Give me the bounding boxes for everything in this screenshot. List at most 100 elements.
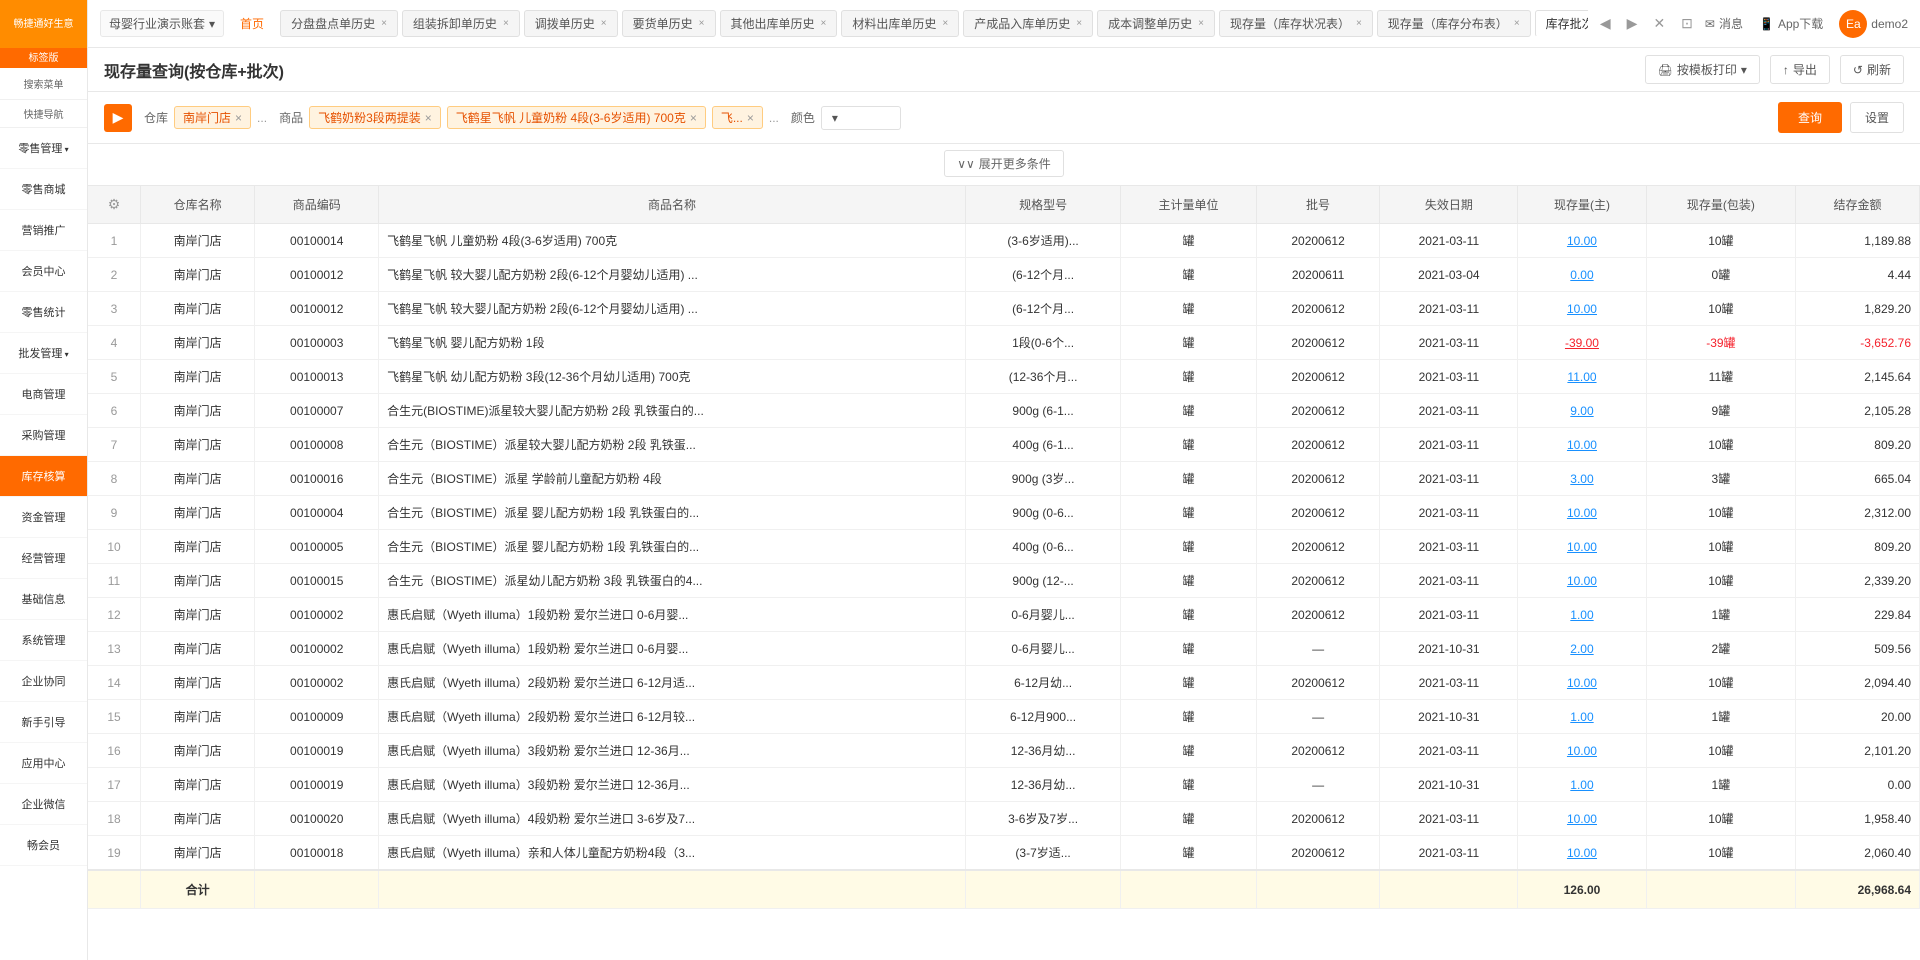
product-tag3-close[interactable]: ×	[747, 111, 754, 125]
sidebar-item-guide[interactable]: 新手引导	[0, 702, 87, 743]
home-tab[interactable]: 首页	[232, 11, 272, 36]
refresh-btn[interactable]: ↺ 刷新	[1840, 55, 1904, 84]
cell-9-8[interactable]: 10.00	[1518, 530, 1646, 564]
tab-1[interactable]: 组装拆卸单历史×	[402, 10, 520, 37]
tab-3[interactable]: 要货单历史×	[622, 10, 716, 37]
setting-btn[interactable]: 设置	[1850, 102, 1904, 133]
tab-8[interactable]: 现存量（库存状况表）×	[1219, 10, 1373, 37]
tab-close-icon[interactable]: ×	[601, 18, 607, 29]
sidebar-item-basic[interactable]: 基础信息	[0, 579, 87, 620]
sidebar-item-retail-mgmt[interactable]: 零售管理 ▾	[0, 128, 87, 169]
cell-17-8[interactable]: 10.00	[1518, 802, 1646, 836]
tab-4[interactable]: 其他出库单历史×	[720, 10, 838, 37]
tab-10[interactable]: 库存批次账×	[1535, 10, 1588, 37]
message-btn[interactable]: ✉ 消息	[1705, 15, 1743, 32]
cell-8-0: 9	[88, 496, 141, 530]
tab-label: 库存批次账	[1546, 15, 1588, 32]
cell-15-8[interactable]: 10.00	[1518, 734, 1646, 768]
cell-11-8[interactable]: 1.00	[1518, 598, 1646, 632]
tab-close-icon[interactable]: ×	[381, 18, 387, 29]
tab-close-icon[interactable]: ×	[1514, 18, 1520, 29]
tab-next-btn[interactable]: ▶	[1623, 13, 1642, 34]
warehouse-more[interactable]: ...	[257, 111, 267, 125]
tab-prev-btn[interactable]: ◀	[1596, 13, 1615, 34]
product-tag2-close[interactable]: ×	[690, 111, 697, 125]
tab-9[interactable]: 现存量（库存分布表）×	[1377, 10, 1531, 37]
cell-7-8[interactable]: 3.00	[1518, 462, 1646, 496]
sidebar-item-appcenter[interactable]: 应用中心	[0, 743, 87, 784]
sidebar-item-retail-stats[interactable]: 零售统计	[0, 292, 87, 333]
sidebar-item-inventory[interactable]: 库存核算	[0, 456, 87, 497]
product-tag3[interactable]: 飞... ×	[712, 106, 763, 129]
sidebar-item-marketing[interactable]: 营销推广	[0, 210, 87, 251]
cell-2-8[interactable]: 10.00	[1518, 292, 1646, 326]
product-tag2[interactable]: 飞鹤星飞帆 儿童奶粉 4段(3-6岁适用) 700克 ×	[447, 106, 706, 129]
sidebar-item-corpwx[interactable]: 企业微信	[0, 784, 87, 825]
sidebar-item-vip[interactable]: 畅会员	[0, 825, 87, 866]
cell-16-8[interactable]: 1.00	[1518, 768, 1646, 802]
cell-5-8[interactable]: 9.00	[1518, 394, 1646, 428]
cell-0-8[interactable]: 10.00	[1518, 224, 1646, 258]
app-download-btn[interactable]: 📱 App下载	[1759, 15, 1823, 32]
sidebar-quicknav[interactable]: 快捷导航	[0, 100, 87, 128]
cell-16-7: 2021-10-31	[1380, 768, 1518, 802]
account-dropdown[interactable]: 母婴行业演示账套 ▾	[100, 10, 224, 37]
sidebar-item-retail-shop[interactable]: 零售商城	[0, 169, 87, 210]
cell-18-8[interactable]: 10.00	[1518, 836, 1646, 871]
filter-expand-btn[interactable]: ▶	[104, 104, 132, 132]
gear-icon[interactable]: ⚙	[108, 196, 121, 212]
tab-close-icon[interactable]: ×	[503, 18, 509, 29]
cell-7-3: 合生元（BIOSTIME）派星 学龄前儿童配方奶粉 4段	[379, 462, 966, 496]
sidebar-item-purchase[interactable]: 采购管理	[0, 415, 87, 456]
sidebar-item-wholesale[interactable]: 批发管理 ▾	[0, 333, 87, 374]
user-menu[interactable]: Ea demo2	[1839, 10, 1908, 38]
print-icon: 🖨	[1658, 63, 1673, 77]
tab-close-icon[interactable]: ×	[1198, 18, 1204, 29]
tab-close-icon[interactable]: ×	[1076, 18, 1082, 29]
product-more[interactable]: ...	[769, 111, 779, 125]
tab-2[interactable]: 调拨单历史×	[524, 10, 618, 37]
warehouse-tag[interactable]: 南岸门店 ×	[174, 106, 251, 129]
tab-6[interactable]: 产成品入库单历史×	[963, 10, 1093, 37]
sidebar-item-finance[interactable]: 资金管理	[0, 497, 87, 538]
tab-7[interactable]: 成本调整单历史×	[1097, 10, 1215, 37]
sidebar-item-corp[interactable]: 企业协同	[0, 661, 87, 702]
topbar: 母婴行业演示账套 ▾ 首页 分盘盘点单历史×组装拆卸单历史×调拨单历史×要货单历…	[88, 0, 1920, 48]
cell-6-8[interactable]: 10.00	[1518, 428, 1646, 462]
product-tag1[interactable]: 飞鹤奶粉3段两提装 ×	[309, 106, 441, 129]
cell-12-1: 南岸门店	[141, 632, 255, 666]
sidebar-item-member[interactable]: 会员中心	[0, 251, 87, 292]
query-btn[interactable]: 查询	[1778, 102, 1842, 133]
tab-close-icon[interactable]: ×	[1356, 18, 1362, 29]
tab-close-icon[interactable]: ×	[699, 18, 705, 29]
cell-13-8[interactable]: 10.00	[1518, 666, 1646, 700]
sidebar-search[interactable]: 搜索菜单	[0, 68, 87, 100]
cell-1-0: 2	[88, 258, 141, 292]
cell-8-8[interactable]: 10.00	[1518, 496, 1646, 530]
tab-close-icon[interactable]: ×	[821, 18, 827, 29]
warehouse-tag-close[interactable]: ×	[235, 111, 242, 125]
tab-menu-btn[interactable]: ⊡	[1677, 13, 1697, 34]
cell-3-8[interactable]: -39.00	[1518, 326, 1646, 360]
cell-6-4: 400g (6-1...	[965, 428, 1120, 462]
tab-0[interactable]: 分盘盘点单历史×	[280, 10, 398, 37]
sidebar-item-system[interactable]: 系统管理	[0, 620, 87, 661]
cell-10-8[interactable]: 10.00	[1518, 564, 1646, 598]
sidebar-item-ecommerce[interactable]: 电商管理	[0, 374, 87, 415]
cell-18-7: 2021-03-11	[1380, 836, 1518, 871]
tab-5[interactable]: 材料出库单历史×	[841, 10, 959, 37]
product-tag1-close[interactable]: ×	[425, 111, 432, 125]
print-btn[interactable]: 🖨 按模板打印 ▾	[1645, 55, 1760, 84]
expand-more-btn[interactable]: ∨∨ 展开更多条件	[944, 150, 1064, 177]
sidebar-item-ops[interactable]: 经营管理	[0, 538, 87, 579]
cell-10-5: 罐	[1121, 564, 1256, 598]
cell-1-8[interactable]: 0.00	[1518, 258, 1646, 292]
cell-4-8[interactable]: 11.00	[1518, 360, 1646, 394]
tab-close-icon[interactable]: ×	[942, 18, 948, 29]
cell-4-9: 11罐	[1646, 360, 1795, 394]
cell-12-8[interactable]: 2.00	[1518, 632, 1646, 666]
color-select[interactable]: ▾	[821, 106, 901, 130]
export-btn[interactable]: ↑ 导出	[1770, 55, 1830, 84]
tab-close-btn[interactable]: ✕	[1649, 13, 1669, 34]
cell-14-8[interactable]: 1.00	[1518, 700, 1646, 734]
